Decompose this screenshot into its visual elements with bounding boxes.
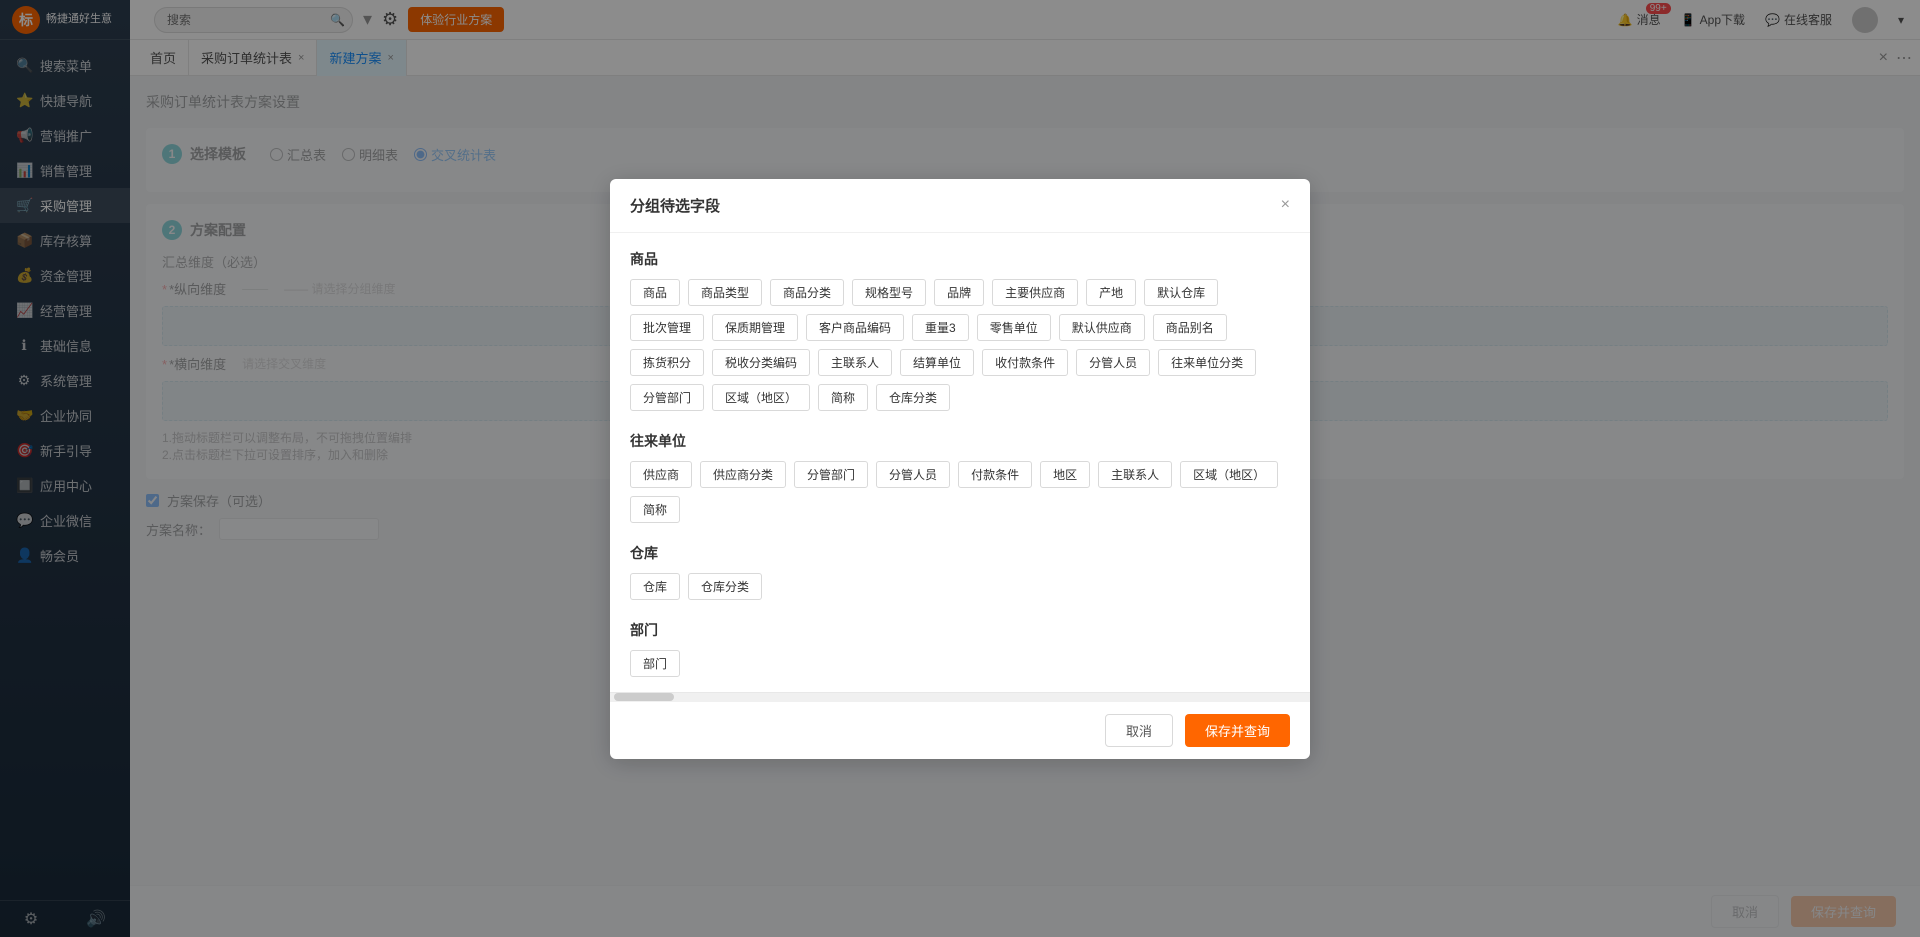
field-group-0: 商品商品商品类型商品分类规格型号品牌主要供应商产地默认仓库批次管理保质期管理客户…: [630, 249, 1290, 411]
field-tag-0-21[interactable]: 往来单位分类: [1158, 349, 1256, 376]
modal-confirm-btn[interactable]: 保存并查询: [1185, 714, 1290, 747]
field-group-title-2: 仓库: [630, 543, 1290, 563]
field-group-title-0: 商品: [630, 249, 1290, 269]
field-tag-0-2[interactable]: 商品分类: [770, 279, 844, 306]
modal-hscrollbar[interactable]: [610, 692, 1310, 701]
field-tag-0-22[interactable]: 分管部门: [630, 384, 704, 411]
field-tags-2: 仓库仓库分类: [630, 573, 1290, 600]
modal-hscroll-thumb[interactable]: [614, 693, 674, 701]
field-tag-0-4[interactable]: 品牌: [934, 279, 984, 306]
field-tag-0-7[interactable]: 默认仓库: [1144, 279, 1218, 306]
field-group-2: 仓库仓库仓库分类: [630, 543, 1290, 600]
field-group-1: 往来单位供应商供应商分类分管部门分管人员付款条件地区主联系人区域（地区） 简称: [630, 431, 1290, 523]
field-tag-0-5[interactable]: 主要供应商: [992, 279, 1078, 306]
field-tags-0: 商品商品类型商品分类规格型号品牌主要供应商产地默认仓库批次管理保质期管理客户商品…: [630, 279, 1290, 411]
modal-body: 商品商品商品类型商品分类规格型号品牌主要供应商产地默认仓库批次管理保质期管理客户…: [610, 233, 1310, 692]
field-tag-1-6[interactable]: 主联系人: [1098, 461, 1172, 488]
field-tag-0-10[interactable]: 客户商品编码: [806, 314, 904, 341]
modal-footer: 取消 保存并查询: [610, 701, 1310, 759]
field-tag-0-13[interactable]: 默认供应商: [1059, 314, 1145, 341]
field-tag-0-19[interactable]: 收付款条件: [982, 349, 1068, 376]
field-tag-1-1[interactable]: 供应商分类: [700, 461, 786, 488]
field-tag-0-0[interactable]: 商品: [630, 279, 680, 306]
field-select-modal: 分组待选字段 × 商品商品商品类型商品分类规格型号品牌主要供应商产地默认仓库批次…: [610, 179, 1310, 759]
field-tag-3-0[interactable]: 部门: [630, 650, 680, 677]
field-tag-0-1[interactable]: 商品类型: [688, 279, 762, 306]
field-tags-1: 供应商供应商分类分管部门分管人员付款条件地区主联系人区域（地区） 简称: [630, 461, 1290, 523]
field-tag-0-9[interactable]: 保质期管理: [712, 314, 798, 341]
field-tags-3: 部门: [630, 650, 1290, 677]
field-tag-0-15[interactable]: 拣货积分: [630, 349, 704, 376]
modal-overlay: 分组待选字段 × 商品商品商品类型商品分类规格型号品牌主要供应商产地默认仓库批次…: [0, 0, 1920, 937]
field-tag-0-14[interactable]: 商品别名: [1153, 314, 1227, 341]
field-group-title-3: 部门: [630, 620, 1290, 640]
field-tag-1-0[interactable]: 供应商: [630, 461, 692, 488]
field-tag-0-25[interactable]: 仓库分类: [876, 384, 950, 411]
field-tag-1-7[interactable]: 区域（地区）: [1180, 461, 1278, 488]
modal-cancel-btn[interactable]: 取消: [1105, 714, 1173, 747]
field-tag-2-1[interactable]: 仓库分类: [688, 573, 762, 600]
field-tag-1-5[interactable]: 地区: [1040, 461, 1090, 488]
field-tag-0-3[interactable]: 规格型号: [852, 279, 926, 306]
field-group-3: 部门部门: [630, 620, 1290, 677]
field-tag-0-18[interactable]: 结算单位: [900, 349, 974, 376]
field-tag-0-24[interactable]: 简称: [818, 384, 868, 411]
field-tag-1-3[interactable]: 分管人员: [876, 461, 950, 488]
field-tag-1-4[interactable]: 付款条件: [958, 461, 1032, 488]
field-tag-2-0[interactable]: 仓库: [630, 573, 680, 600]
modal-title: 分组待选字段: [630, 195, 720, 216]
field-tag-0-8[interactable]: 批次管理: [630, 314, 704, 341]
field-tag-0-23[interactable]: 区域（地区）: [712, 384, 810, 411]
field-tag-1-2[interactable]: 分管部门: [794, 461, 868, 488]
field-tag-0-17[interactable]: 主联系人: [818, 349, 892, 376]
field-tag-0-11[interactable]: 重量3: [912, 314, 969, 341]
field-tag-0-16[interactable]: 税收分类编码: [712, 349, 810, 376]
field-tag-0-6[interactable]: 产地: [1086, 279, 1136, 306]
field-group-title-1: 往来单位: [630, 431, 1290, 451]
field-tag-1-8[interactable]: 简称: [630, 496, 680, 523]
modal-close-btn[interactable]: ×: [1281, 196, 1290, 214]
field-tag-0-20[interactable]: 分管人员: [1076, 349, 1150, 376]
field-tag-0-12[interactable]: 零售单位: [977, 314, 1051, 341]
modal-header: 分组待选字段 ×: [610, 179, 1310, 233]
